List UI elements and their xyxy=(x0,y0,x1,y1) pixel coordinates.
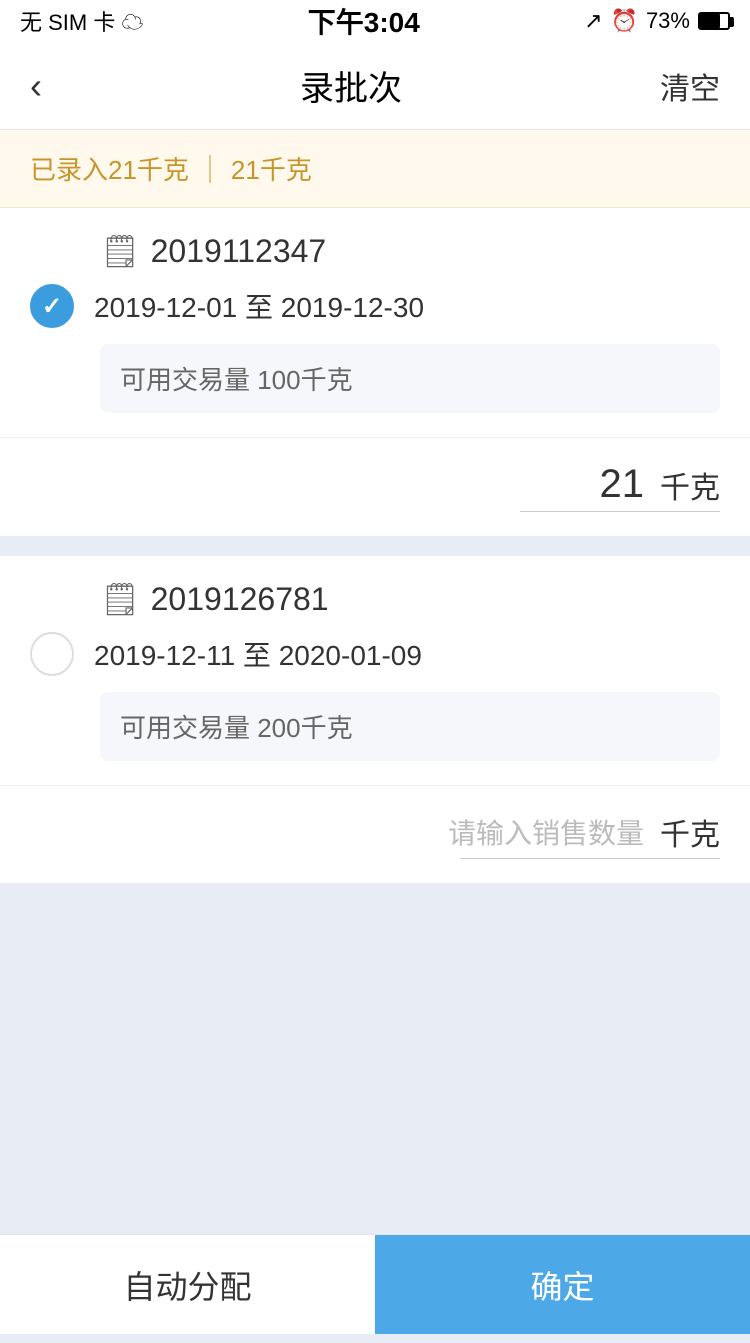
amount-row-1: 21 千克 xyxy=(0,437,750,536)
input-placeholder-2[interactable]: 请输入销售数量 xyxy=(448,812,644,852)
batch-qty-box-1: 可用交易量 100千克 xyxy=(100,344,720,413)
batch-qty-box-2: 可用交易量 200千克 xyxy=(100,692,720,761)
location-icon: ↗ xyxy=(584,8,602,34)
batch-id-row-1: 🗒 2019112347 xyxy=(100,232,720,270)
page-title: 录批次 xyxy=(300,61,402,110)
info-banner: 已录入21千克 21千克 xyxy=(0,130,750,208)
batch-icon-2: 🗒 xyxy=(100,580,141,618)
radio-1[interactable] xyxy=(30,284,74,328)
status-right: ↗ ⏰ 73% xyxy=(584,8,730,34)
info-value: 21千克 xyxy=(231,150,312,187)
batch-id-text-1: 2019112347 xyxy=(151,233,327,270)
battery-icon xyxy=(698,12,730,30)
batch-qty-row-2: 可用交易量 200千克 xyxy=(100,692,720,761)
info-divider xyxy=(209,155,211,183)
batch-card-2: 🗒 2019126781 2019-12-11 至 2020-01-09 可用交… xyxy=(0,556,750,883)
info-label: 已录入21千克 xyxy=(30,150,189,187)
input-unit-2: 千克 xyxy=(660,810,720,854)
confirm-button[interactable]: 确定 xyxy=(375,1235,750,1334)
status-left: 无 SIM 卡 ☁ xyxy=(20,5,143,37)
clear-button[interactable]: 清空 xyxy=(660,64,720,108)
batch-date-text-2: 2019-12-11 至 2020-01-09 xyxy=(94,634,422,674)
batch-date-row-1[interactable]: 2019-12-01 至 2019-12-30 xyxy=(30,284,720,328)
batch-card-1: 🗒 2019112347 2019-12-01 至 2019-12-30 可用交… xyxy=(0,208,750,536)
nav-bar: ‹ 录批次 清空 xyxy=(0,42,750,130)
back-button[interactable]: ‹ xyxy=(30,65,42,107)
battery-text: 73% xyxy=(646,8,690,34)
input-row-2: 请输入销售数量 千克 xyxy=(0,785,750,883)
batch-date-row-2[interactable]: 2019-12-11 至 2020-01-09 xyxy=(30,632,720,676)
batch-icon-1: 🗒 xyxy=(100,232,141,270)
batch-id-row-2: 🗒 2019126781 xyxy=(100,580,720,618)
alarm-icon: ⏰ xyxy=(611,8,638,34)
batch-qty-row-1: 可用交易量 100千克 xyxy=(100,344,720,413)
amount-unit-1: 千克 xyxy=(660,463,720,507)
radio-2[interactable] xyxy=(30,632,74,676)
section-separator-1 xyxy=(0,536,750,556)
status-bar: 无 SIM 卡 ☁ 下午3:04 ↗ ⏰ 73% xyxy=(0,0,750,42)
auto-distribute-button[interactable]: 自动分配 xyxy=(0,1235,375,1334)
batch-date-text-1: 2019-12-01 至 2019-12-30 xyxy=(94,286,424,326)
bottom-bar: 自动分配 确定 xyxy=(0,1234,750,1334)
status-time: 下午3:04 xyxy=(308,1,420,41)
sim-text: 无 SIM 卡 ☁ xyxy=(20,5,143,37)
batch-id-text-2: 2019126781 xyxy=(151,581,329,618)
amount-value-1: 21 xyxy=(600,462,645,507)
